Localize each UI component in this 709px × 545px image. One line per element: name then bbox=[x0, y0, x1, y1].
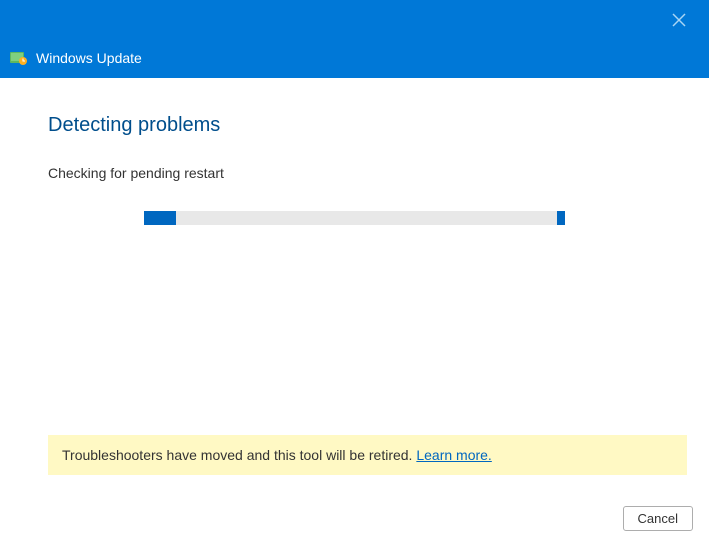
progress-chunk bbox=[144, 211, 176, 225]
status-text: Checking for pending restart bbox=[48, 165, 661, 181]
footer: Cancel bbox=[623, 506, 693, 531]
titlebar: Windows Update bbox=[0, 0, 709, 78]
windows-update-icon bbox=[10, 50, 28, 66]
progress-chunk bbox=[557, 211, 565, 225]
progress-bar bbox=[144, 211, 565, 225]
content-area: Detecting problems Checking for pending … bbox=[0, 78, 709, 225]
banner-text: Troubleshooters have moved and this tool… bbox=[62, 447, 416, 463]
title-row: Windows Update bbox=[10, 50, 142, 66]
info-banner: Troubleshooters have moved and this tool… bbox=[48, 435, 687, 475]
page-heading: Detecting problems bbox=[48, 114, 661, 137]
close-icon bbox=[672, 13, 686, 27]
app-title: Windows Update bbox=[36, 50, 142, 66]
learn-more-link[interactable]: Learn more. bbox=[416, 447, 491, 463]
close-button[interactable] bbox=[663, 8, 695, 32]
cancel-button[interactable]: Cancel bbox=[623, 506, 693, 531]
